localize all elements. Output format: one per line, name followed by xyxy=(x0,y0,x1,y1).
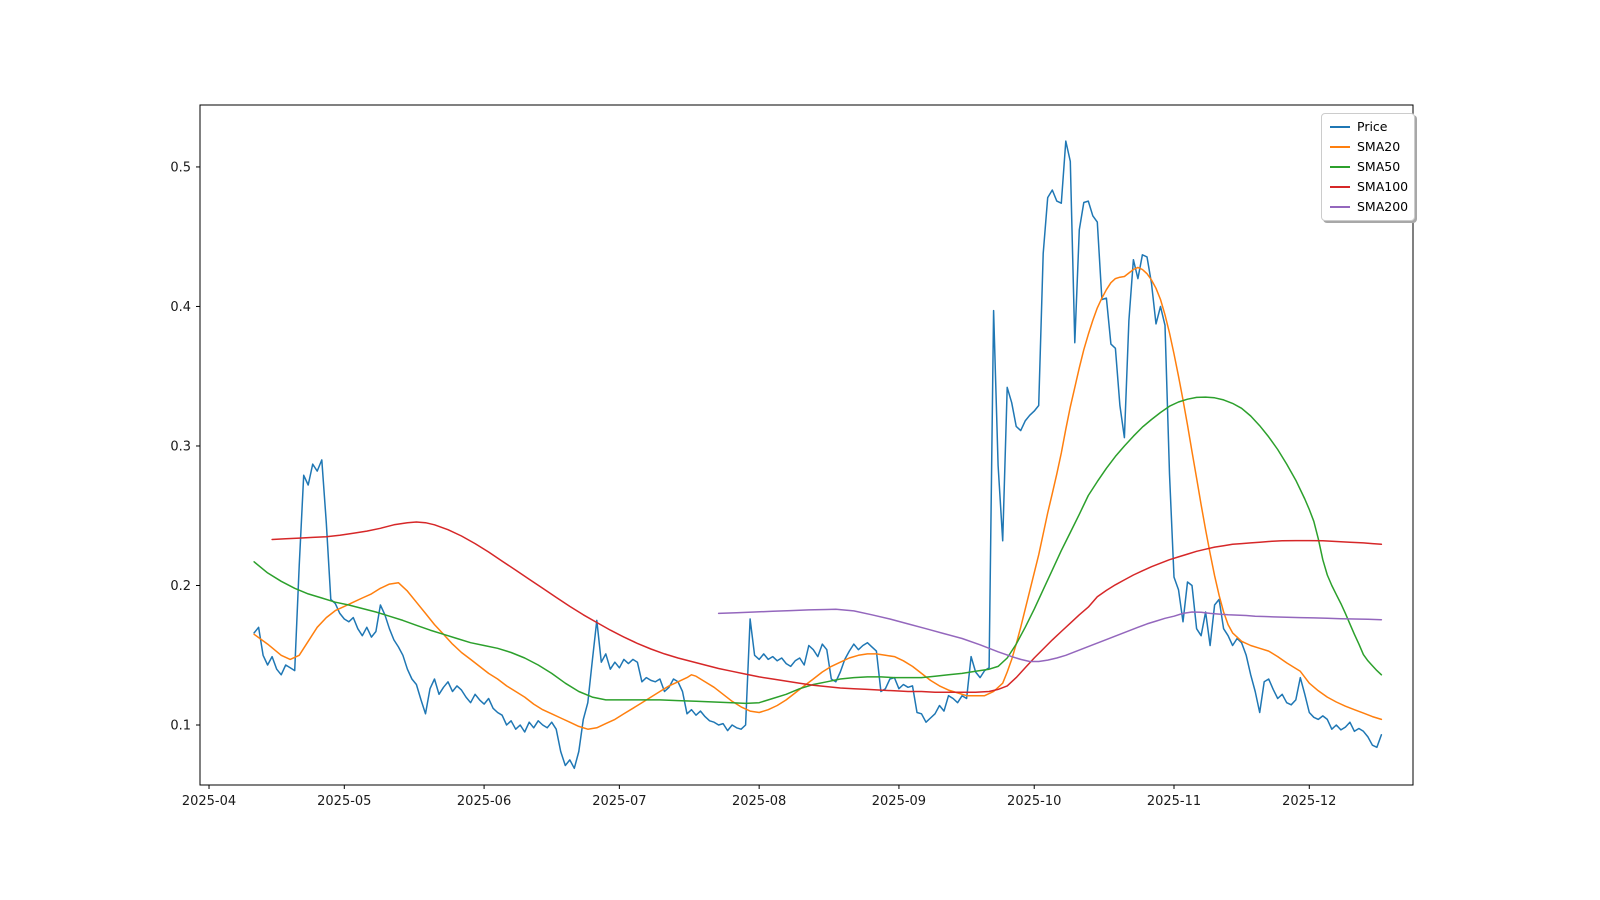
legend-label: Price xyxy=(1357,119,1388,134)
y-tick-label: 0.4 xyxy=(170,300,191,315)
y-tick-label: 0.3 xyxy=(170,439,191,454)
matplotlib-figure: 2025-04 2025-05 2025-06 2025-07 2025-08 2025-… xyxy=(0,0,1600,900)
x-tick-label: 2025-11 xyxy=(1147,794,1201,809)
x-tick-label: 2025-10 xyxy=(1007,794,1061,809)
legend-item-sma20: SMA20 xyxy=(1330,140,1406,154)
legend-label: SMA50 xyxy=(1357,159,1401,174)
y-tick-label: 0.5 xyxy=(170,160,191,175)
legend-item-sma100: SMA100 xyxy=(1330,179,1409,194)
sma200-line-swatch-icon xyxy=(1330,206,1350,208)
series-line-sma200 xyxy=(717,608,1383,663)
y-tick-label: 0.2 xyxy=(170,579,191,594)
x-tick-label: 2025-12 xyxy=(1282,794,1336,809)
x-tick-label: 2025-09 xyxy=(872,794,926,809)
legend-label: SMA100 xyxy=(1357,179,1409,194)
sma20-line-swatch-icon xyxy=(1330,146,1350,148)
legend-item-sma50: SMA50 xyxy=(1330,160,1406,174)
x-tick-label: 2025-06 xyxy=(457,794,511,809)
series-line-sma20 xyxy=(253,266,1383,730)
x-tick-label: 2025-05 xyxy=(317,794,371,809)
legend-item-price: Price xyxy=(1330,120,1406,134)
legend: Price SMA20 SMA50 SMA100 SMA200 xyxy=(1321,113,1415,221)
x-tick-label: 2025-04 xyxy=(182,794,236,809)
x-tick-label: 2025-08 xyxy=(732,794,786,809)
legend-item-sma200: SMA200 xyxy=(1330,199,1409,214)
sma100-line-swatch-icon xyxy=(1330,186,1350,188)
plot-spines xyxy=(199,104,1414,786)
y-tick-label: 0.1 xyxy=(170,719,191,734)
sma50-line-swatch-icon xyxy=(1330,166,1350,168)
x-tick-label: 2025-07 xyxy=(592,794,646,809)
series-line-sma50 xyxy=(253,396,1383,705)
legend-label: SMA20 xyxy=(1357,139,1401,154)
price-line-swatch-icon xyxy=(1330,126,1350,128)
legend-label: SMA200 xyxy=(1357,199,1409,214)
series-line-price xyxy=(253,140,1383,770)
